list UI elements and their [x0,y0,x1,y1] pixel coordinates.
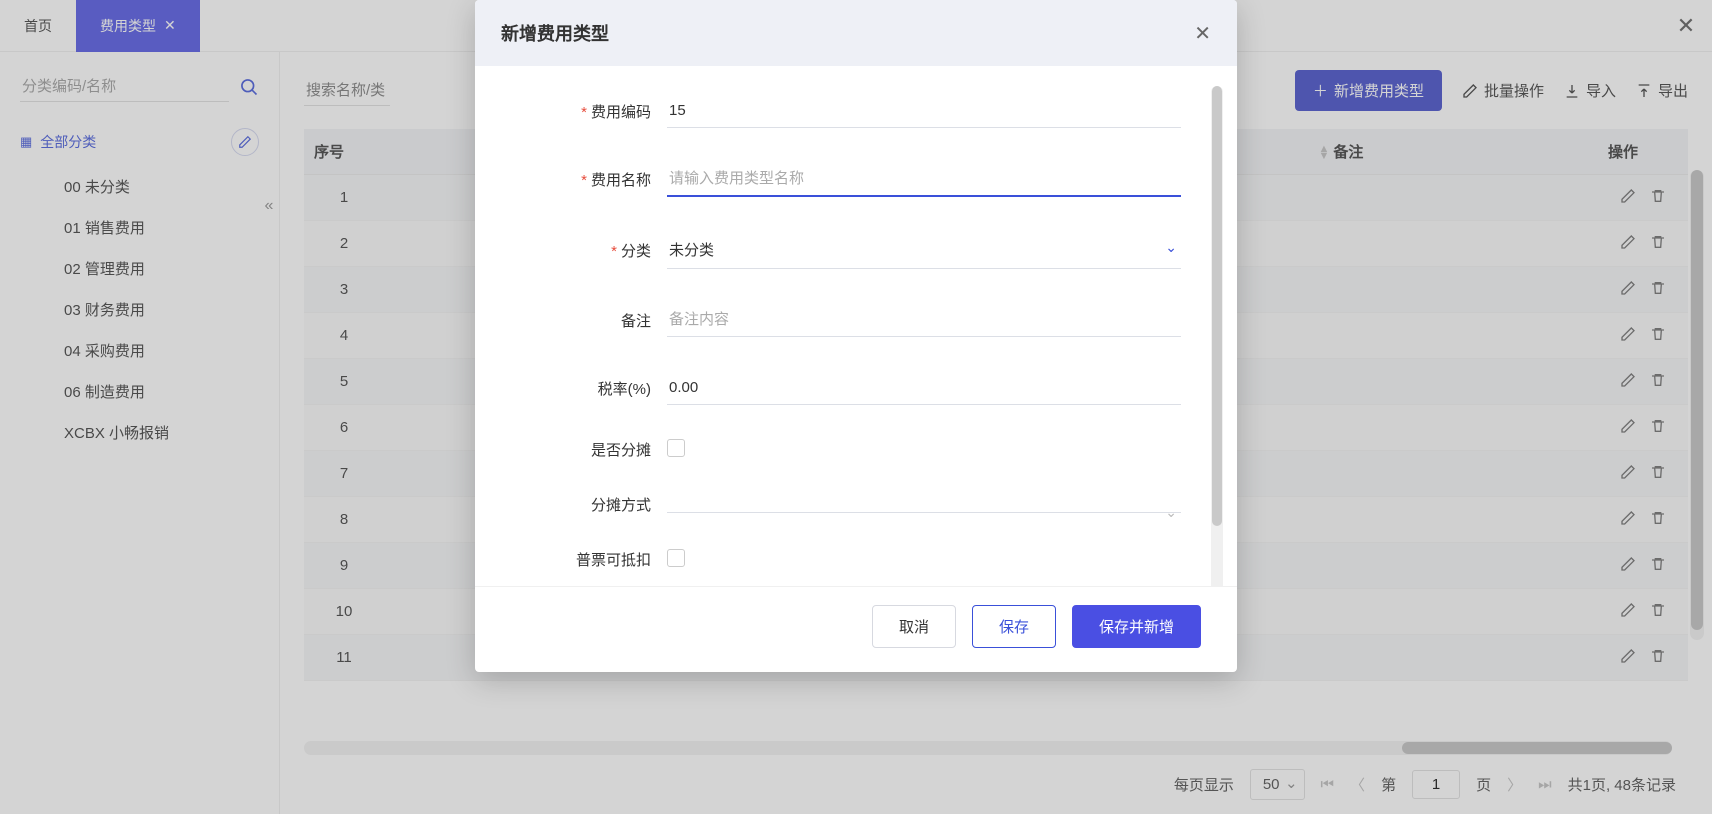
modal-header: 新增费用类型 ✕ [475,0,1237,66]
label-deduct: 普票可抵扣 [576,552,651,569]
label-split: 是否分摊 [591,442,651,459]
modal-scrollbar[interactable] [1211,86,1223,586]
select-category[interactable]: 未分类 ⌄ [667,231,1181,269]
label-code: 费用编码 [591,104,651,121]
modal-overlay: 新增费用类型 ✕ *费用编码 *费用名称 *分类 未分类 ⌄ [0,0,1712,814]
label-remark: 备注 [621,313,651,330]
chevron-down-icon: ⌄ [1165,504,1177,521]
checkbox-deduct[interactable] [667,549,685,567]
checkbox-split[interactable] [667,439,685,457]
modal-title: 新增费用类型 [501,20,609,46]
modal-body: *费用编码 *费用名称 *分类 未分类 ⌄ 备注 [475,66,1237,586]
label-method: 分摊方式 [591,497,651,514]
input-rate[interactable] [667,371,1181,405]
save-and-new-button[interactable]: 保存并新增 [1072,605,1201,648]
save-button[interactable]: 保存 [972,605,1056,648]
chevron-down-icon: ⌄ [1165,239,1177,256]
modal-footer: 取消 保存 保存并新增 [475,586,1237,672]
input-remark[interactable] [667,303,1181,337]
input-code[interactable] [667,94,1181,128]
label-rate: 税率(%) [598,381,651,398]
modal-close-button[interactable]: ✕ [1194,21,1211,46]
cancel-button[interactable]: 取消 [872,605,956,648]
select-method[interactable]: ⌄ [667,496,1181,513]
label-category: 分类 [621,243,651,260]
input-name[interactable] [667,162,1181,197]
label-name: 费用名称 [591,172,651,189]
add-expense-modal: 新增费用类型 ✕ *费用编码 *费用名称 *分类 未分类 ⌄ [475,0,1237,672]
